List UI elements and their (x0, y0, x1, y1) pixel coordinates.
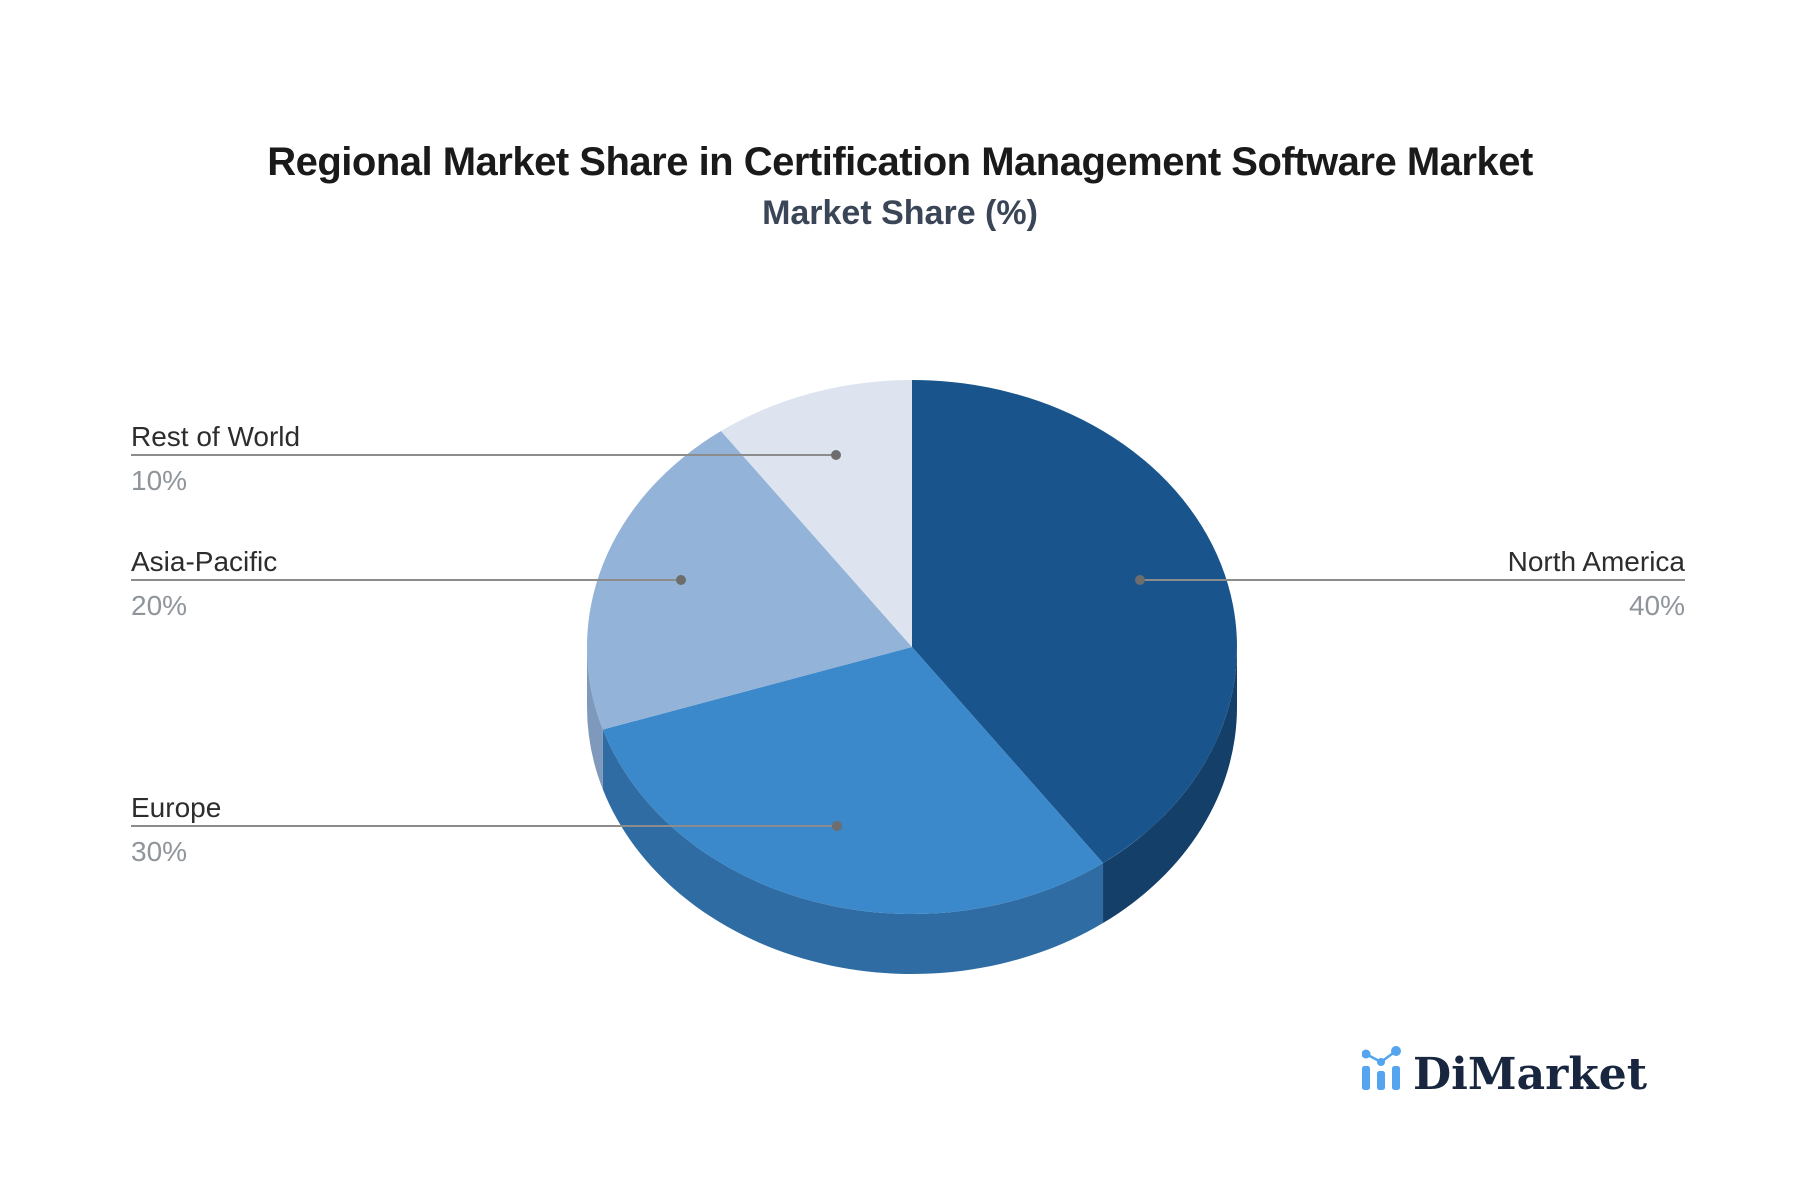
chart-canvas: Regional Market Share in Certification M… (0, 0, 1800, 1196)
leader-dot (831, 450, 841, 460)
callout-value: 40% (1628, 590, 1685, 621)
callout-value: 30% (131, 836, 188, 867)
callout-asia-pacific: Asia-Pacific 20% (131, 545, 686, 623)
leader-line (131, 450, 841, 460)
leader-line (1135, 575, 1685, 585)
leader-line (131, 575, 686, 585)
leader-dot (676, 575, 686, 585)
leader-dot (1135, 575, 1145, 585)
leader-line (131, 821, 842, 831)
leader-dot (832, 821, 842, 831)
callout-value: 10% (131, 465, 188, 496)
callout-label: Rest of World (131, 421, 301, 452)
callout-label: Asia-Pacific (131, 546, 278, 577)
bar-line-chart-icon (1362, 1046, 1401, 1090)
callout-north-america: North America 40% (1135, 545, 1685, 623)
callout-label: Europe (131, 792, 222, 823)
callout-rest-of-world: Rest of World 10% (131, 420, 841, 498)
brand-name: DiMarket (1413, 1049, 1648, 1100)
callout-europe: Europe 30% (131, 791, 842, 869)
brand-logo: DiMarket (1362, 1042, 1647, 1100)
callout-label: North America (1507, 546, 1685, 577)
callout-value: 20% (131, 590, 188, 621)
